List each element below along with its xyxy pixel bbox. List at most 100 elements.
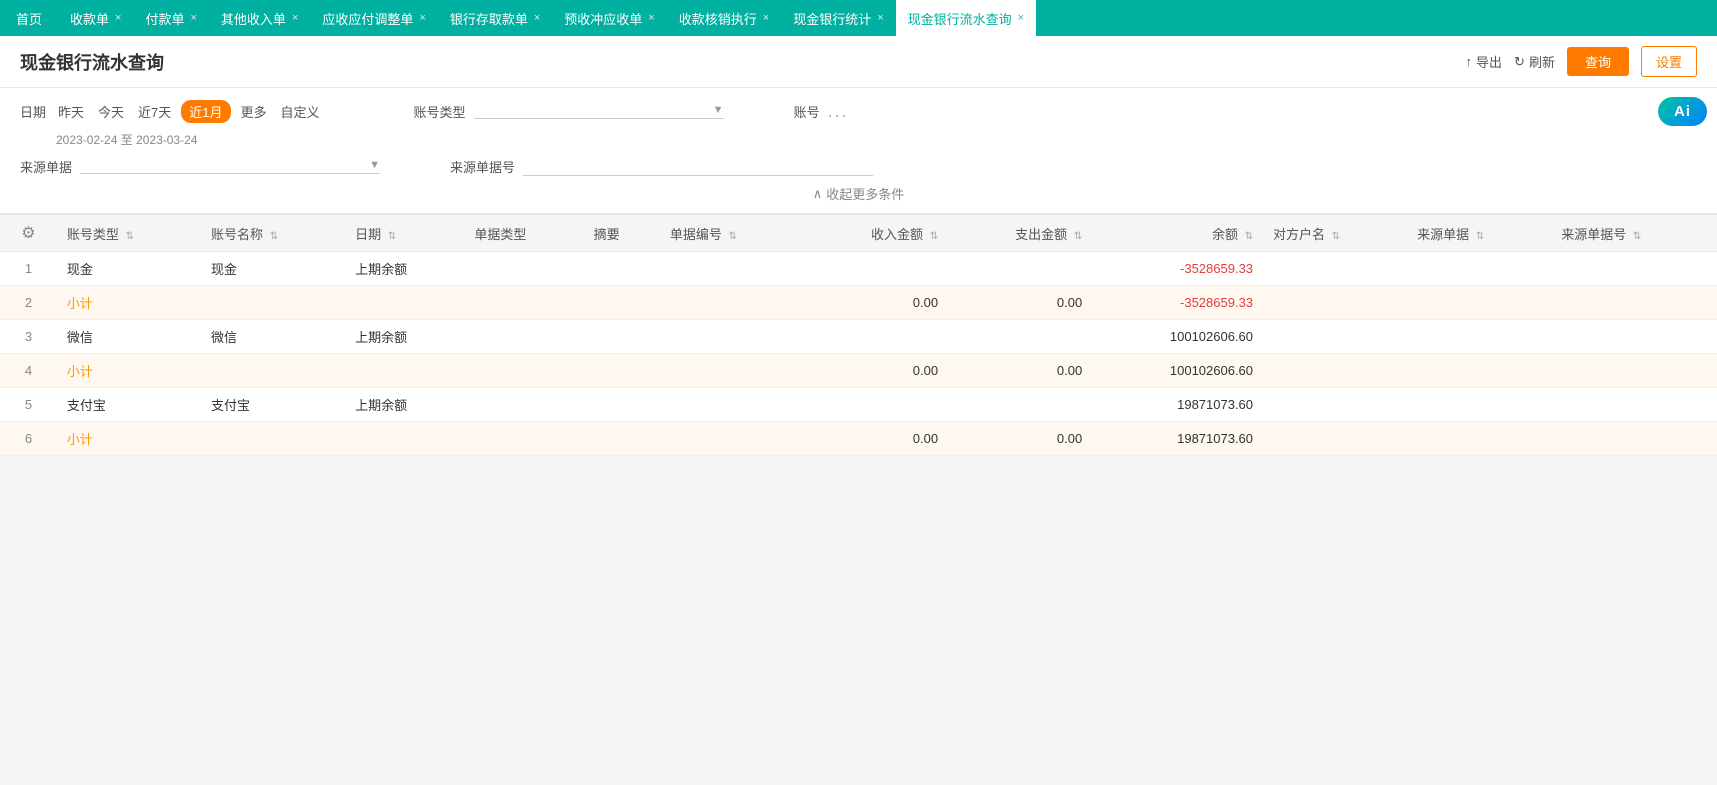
col-doc-type: 单据类型: [464, 215, 583, 252]
top-navigation: 首页 收款单 × 付款单 × 其他收入单 × 应收应付调整单 × 银行存取款单 …: [0, 0, 1717, 36]
nav-tab-bank-deposit[interactable]: 银行存取款单 ×: [438, 0, 552, 36]
date-range-display: 2023-02-24 至 2023-03-24: [56, 131, 197, 148]
col-balance[interactable]: 余额 ⇅: [1092, 215, 1263, 252]
close-icon[interactable]: ×: [190, 12, 196, 24]
col-counterparty[interactable]: 对方户名 ⇅: [1263, 215, 1407, 252]
close-icon[interactable]: ×: [115, 12, 121, 24]
table-row[interactable]: 6 小计 0.00 0.00 19871073.60: [0, 422, 1717, 456]
cell-account-name: 微信: [201, 320, 345, 354]
chevron-down-icon-2: ▼: [369, 159, 380, 171]
cell-income: 0.00: [804, 286, 948, 320]
cell-doc-no: [660, 320, 804, 354]
nav-tab-collection-exec[interactable]: 收款核销执行 ×: [667, 0, 781, 36]
col-source-doc[interactable]: 来源单据 ⇅: [1407, 215, 1551, 252]
table-row[interactable]: 1 现金 现金 上期余额 -3528659.33: [0, 252, 1717, 286]
cell-source-doc-no: [1551, 388, 1717, 422]
nav-tab-receipts[interactable]: 收款单 ×: [58, 0, 133, 36]
table-container: ⚙ 账号类型 ⇅ 账号名称 ⇅ 日期 ⇅ 单据类型 摘要: [0, 214, 1717, 456]
date-btn-more[interactable]: 更多: [237, 100, 271, 123]
date-btn-custom[interactable]: 自定义: [277, 100, 324, 123]
sort-icon: ⇅: [728, 231, 736, 242]
cell-counterparty: [1263, 422, 1407, 456]
data-table: ⚙ 账号类型 ⇅ 账号名称 ⇅ 日期 ⇅ 单据类型 摘要: [0, 214, 1717, 456]
cell-counterparty: [1263, 286, 1407, 320]
cell-source-doc-no: [1551, 320, 1717, 354]
nav-tab-cash-bank-flow[interactable]: 现金银行流水查询 ×: [896, 0, 1036, 36]
cell-income: [804, 388, 948, 422]
cell-doc-no: [660, 388, 804, 422]
col-account-type[interactable]: 账号类型 ⇅: [57, 215, 201, 252]
source-doc-num-input[interactable]: [523, 156, 873, 176]
date-btn-7days[interactable]: 近7天: [134, 100, 175, 123]
date-btn-today[interactable]: 今天: [94, 100, 128, 123]
cell-doc-no: [660, 286, 804, 320]
cell-source-doc: [1407, 320, 1551, 354]
cell-expense: [948, 320, 1092, 354]
date-filter: 日期 昨天 今天 近7天 近1月 更多 自定义: [20, 100, 324, 123]
row-number: 4: [0, 354, 57, 388]
col-gear[interactable]: ⚙: [0, 215, 57, 252]
cell-balance: 19871073.60: [1092, 422, 1263, 456]
row-number: 5: [0, 388, 57, 422]
col-account-name[interactable]: 账号名称 ⇅: [201, 215, 345, 252]
close-icon[interactable]: ×: [648, 12, 654, 24]
close-icon[interactable]: ×: [877, 12, 883, 24]
nav-tab-cash-bank-stats[interactable]: 现金银行统计 ×: [781, 0, 895, 36]
nav-tab-other-income[interactable]: 其他收入单 ×: [209, 0, 310, 36]
cell-income: 0.00: [804, 354, 948, 388]
query-button[interactable]: 查询: [1567, 47, 1629, 76]
cell-date: 上期余额: [345, 388, 464, 422]
cell-doc-type: [464, 286, 583, 320]
account-dots[interactable]: ...: [828, 101, 849, 122]
cell-account-type: 小计: [57, 354, 201, 388]
date-btn-1month[interactable]: 近1月: [181, 100, 230, 123]
row-number: 3: [0, 320, 57, 354]
collapse-row: ∧ 收起更多条件: [20, 184, 1697, 203]
cell-summary: [584, 388, 660, 422]
col-date[interactable]: 日期 ⇅: [345, 215, 464, 252]
account-label: 账号: [794, 102, 820, 121]
table-body: 1 现金 现金 上期余额 -3528659.33 2 小计 0.00 0.00 …: [0, 252, 1717, 456]
table-row[interactable]: 5 支付宝 支付宝 上期余额 19871073.60: [0, 388, 1717, 422]
cell-account-type: 小计: [57, 422, 201, 456]
table-row[interactable]: 4 小计 0.00 0.00 100102606.60: [0, 354, 1717, 388]
cell-doc-type: [464, 422, 583, 456]
collapse-button[interactable]: ∧ 收起更多条件: [813, 184, 905, 203]
close-icon[interactable]: ×: [292, 12, 298, 24]
cell-date: [345, 286, 464, 320]
close-icon[interactable]: ×: [1018, 12, 1024, 24]
source-doc-select[interactable]: ▼: [80, 159, 380, 174]
sort-icon: ⇅: [1074, 231, 1082, 242]
col-source-doc-no[interactable]: 来源单据号 ⇅: [1551, 215, 1717, 252]
close-icon[interactable]: ×: [534, 12, 540, 24]
row-number: 6: [0, 422, 57, 456]
nav-tab-ar-ap-adjust[interactable]: 应收应付调整单 ×: [310, 0, 437, 36]
ai-badge[interactable]: Ai: [1658, 97, 1707, 126]
settings-button[interactable]: 设置: [1641, 46, 1697, 77]
export-button[interactable]: ↑ 导出: [1466, 52, 1503, 71]
col-income[interactable]: 收入金额 ⇅: [804, 215, 948, 252]
table-row[interactable]: 3 微信 微信 上期余额 100102606.60: [0, 320, 1717, 354]
table-row[interactable]: 2 小计 0.00 0.00 -3528659.33: [0, 286, 1717, 320]
col-expense[interactable]: 支出金额 ⇅: [948, 215, 1092, 252]
close-icon[interactable]: ×: [763, 12, 769, 24]
sort-icon: ⇅: [930, 231, 938, 242]
source-doc-num-filter: 来源单据号: [450, 156, 873, 176]
nav-home[interactable]: 首页: [0, 0, 58, 36]
cell-account-type: 现金: [57, 252, 201, 286]
nav-tab-advance-offset[interactable]: 预收冲应收单 ×: [552, 0, 666, 36]
date-options: 昨天 今天 近7天 近1月 更多 自定义: [54, 100, 324, 123]
account-type-select[interactable]: ▼: [474, 104, 724, 119]
nav-tab-payments[interactable]: 付款单 ×: [133, 0, 208, 36]
cell-balance: 100102606.60: [1092, 320, 1263, 354]
cell-source-doc: [1407, 252, 1551, 286]
refresh-button[interactable]: ↻ 刷新: [1514, 52, 1555, 71]
cell-income: [804, 320, 948, 354]
cell-counterparty: [1263, 388, 1407, 422]
col-doc-no[interactable]: 单据编号 ⇅: [660, 215, 804, 252]
account-type-label: 账号类型: [414, 102, 466, 121]
source-doc-num-label: 来源单据号: [450, 157, 515, 176]
date-btn-yesterday[interactable]: 昨天: [54, 100, 88, 123]
header-actions: ↑ 导出 ↻ 刷新 查询 设置: [1466, 46, 1697, 77]
close-icon[interactable]: ×: [419, 12, 425, 24]
